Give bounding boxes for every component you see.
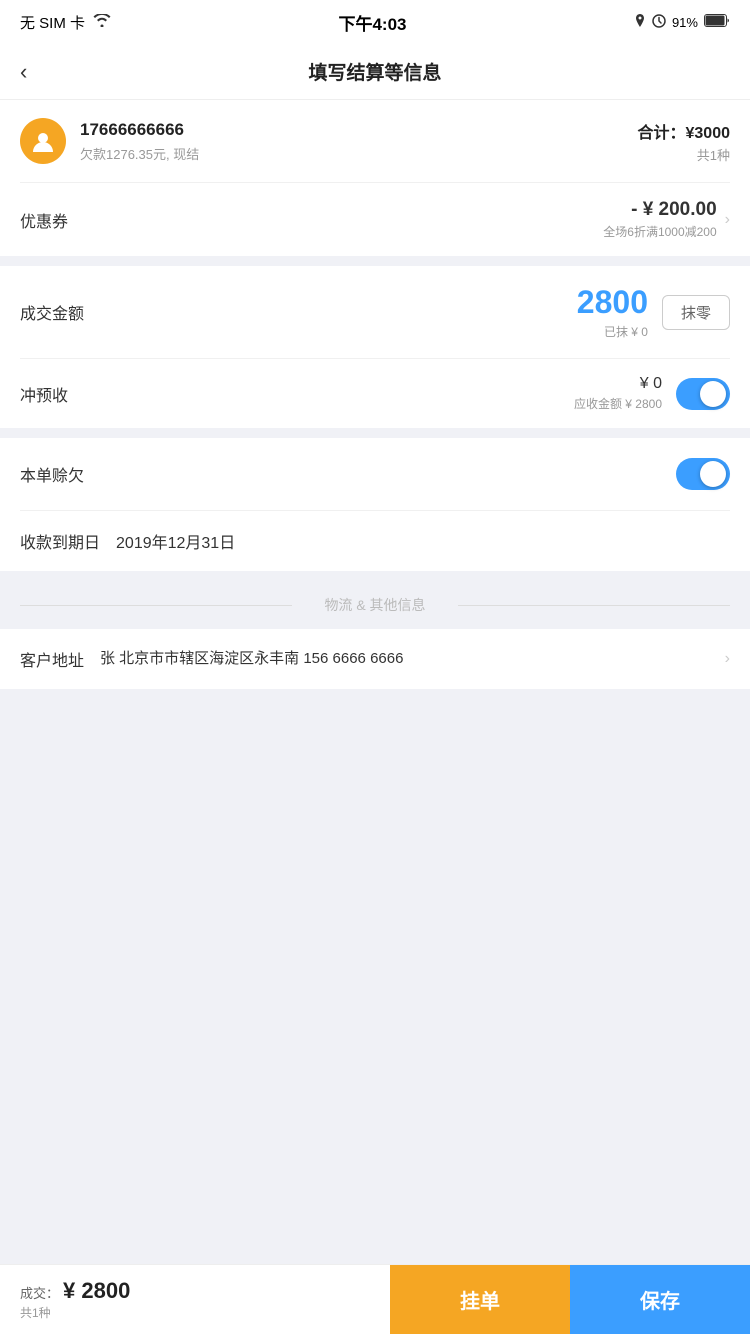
- amount-right: 2800 已抹 ¥ 0 抹零: [577, 284, 730, 340]
- precollect-row: 冲预收 ¥ 0 应收金额 ¥ 2800: [20, 358, 730, 428]
- precollect-toggle[interactable]: [676, 378, 730, 410]
- customer-card: 17666666666 欠款1276.35元, 现结 合计：¥3000 共1种 …: [0, 100, 750, 256]
- duedate-row: 收款到期日 2019年12月31日: [20, 510, 730, 571]
- precollect-sub: 应收金额 ¥ 2800: [574, 395, 662, 412]
- carrier-text: 无 SIM 卡: [20, 12, 85, 33]
- precollect-amount: ¥ 0 应收金额 ¥ 2800: [574, 375, 662, 412]
- coupon-label: 优惠券: [20, 208, 68, 232]
- debit-card: 本单赊欠 收款到期日 2019年12月31日: [0, 438, 750, 571]
- duedate-value: 2019年12月31日: [116, 529, 235, 553]
- address-card[interactable]: 客户地址 张 北京市市辖区海淀区永丰南 156 6666 6666 ›: [0, 629, 750, 689]
- battery-text: 91%: [672, 15, 698, 30]
- toggle-knob: [700, 381, 726, 407]
- avatar: [20, 118, 66, 164]
- customer-row: 17666666666 欠款1276.35元, 现结 合计：¥3000 共1种: [20, 100, 730, 182]
- debit-row: 本单赊欠: [20, 438, 730, 510]
- customer-sub: 欠款1276.35元, 现结: [80, 144, 199, 163]
- wifi-icon: [93, 14, 111, 31]
- footer-info: 成交： ¥ 2800 共1种: [0, 1278, 390, 1321]
- amount-card: 成交金额 2800 已抹 ¥ 0 抹零 冲预收 ¥ 0 应收金额 ¥ 2800: [0, 266, 750, 428]
- footer-deal-label: 成交：: [20, 1283, 59, 1302]
- logistics-section: 物流 & 其他信息: [0, 581, 750, 629]
- address-row[interactable]: 客户地址 张 北京市市辖区海淀区永丰南 156 6666 6666 ›: [20, 629, 730, 689]
- footer-amount: ¥ 2800: [63, 1278, 130, 1304]
- content: 17666666666 欠款1276.35元, 现结 合计：¥3000 共1种 …: [0, 100, 750, 779]
- nav-bar: ‹ 填写结算等信息: [0, 44, 750, 100]
- coupon-info: - ¥ 200.00 全场6折满1000减200: [603, 199, 716, 240]
- amount-value: 2800: [577, 284, 648, 321]
- amount-row: 成交金额 2800 已抹 ¥ 0 抹零: [20, 266, 730, 358]
- address-value: 张 北京市市辖区海淀区永丰南 156 6666 6666: [90, 648, 725, 671]
- debit-label: 本单赊欠: [20, 462, 84, 486]
- total-value: 合计：¥3000: [638, 119, 731, 143]
- round-button[interactable]: 抹零: [662, 295, 730, 330]
- back-button[interactable]: ‹: [20, 59, 27, 85]
- chevron-right-icon: ›: [725, 211, 730, 229]
- footer: 成交： ¥ 2800 共1种 挂单 保存: [0, 1264, 750, 1334]
- coupon-row[interactable]: 优惠券 - ¥ 200.00 全场6折满1000减200 ›: [20, 182, 730, 256]
- logistics-divider: 物流 & 其他信息: [0, 595, 750, 615]
- address-label: 客户地址: [20, 647, 90, 671]
- customer-phone: 17666666666: [80, 120, 199, 140]
- battery-icon: [704, 14, 730, 30]
- coupon-right: - ¥ 200.00 全场6折满1000减200 ›: [603, 199, 730, 240]
- logistics-label: 物流 & 其他信息: [324, 595, 425, 615]
- save-button[interactable]: 保存: [570, 1265, 750, 1334]
- precollect-right: ¥ 0 应收金额 ¥ 2800: [574, 375, 730, 412]
- customer-info: 17666666666 欠款1276.35元, 现结: [80, 120, 199, 163]
- customer-left: 17666666666 欠款1276.35元, 现结: [20, 118, 199, 164]
- status-bar: 无 SIM 卡 下午4:03 91%: [0, 0, 750, 44]
- page-title: 填写结算等信息: [308, 58, 441, 85]
- address-chevron-icon: ›: [725, 650, 730, 668]
- status-right: 91%: [634, 14, 730, 31]
- debit-toggle-knob: [700, 461, 726, 487]
- coupon-discount: - ¥ 200.00: [603, 199, 716, 221]
- status-time: 下午4:03: [338, 10, 406, 35]
- clock-icon: [652, 14, 666, 31]
- debit-toggle[interactable]: [676, 458, 730, 490]
- amount-label: 成交金额: [20, 300, 84, 324]
- duedate-label: 收款到期日: [20, 529, 100, 553]
- precollect-value: ¥ 0: [574, 375, 662, 393]
- amount-sub: 已抹 ¥ 0: [577, 323, 648, 340]
- status-left: 无 SIM 卡: [20, 12, 111, 33]
- coupon-desc: 全场6折满1000减200: [603, 223, 716, 240]
- footer-count: 共1种: [20, 1304, 370, 1321]
- total-count: 共1种: [638, 145, 731, 164]
- amount-info: 2800 已抹 ¥ 0: [577, 284, 648, 340]
- customer-right: 合计：¥3000 共1种: [638, 119, 731, 164]
- hang-button[interactable]: 挂单: [390, 1265, 570, 1334]
- location-icon: [634, 14, 646, 31]
- precollect-label: 冲预收: [20, 382, 68, 406]
